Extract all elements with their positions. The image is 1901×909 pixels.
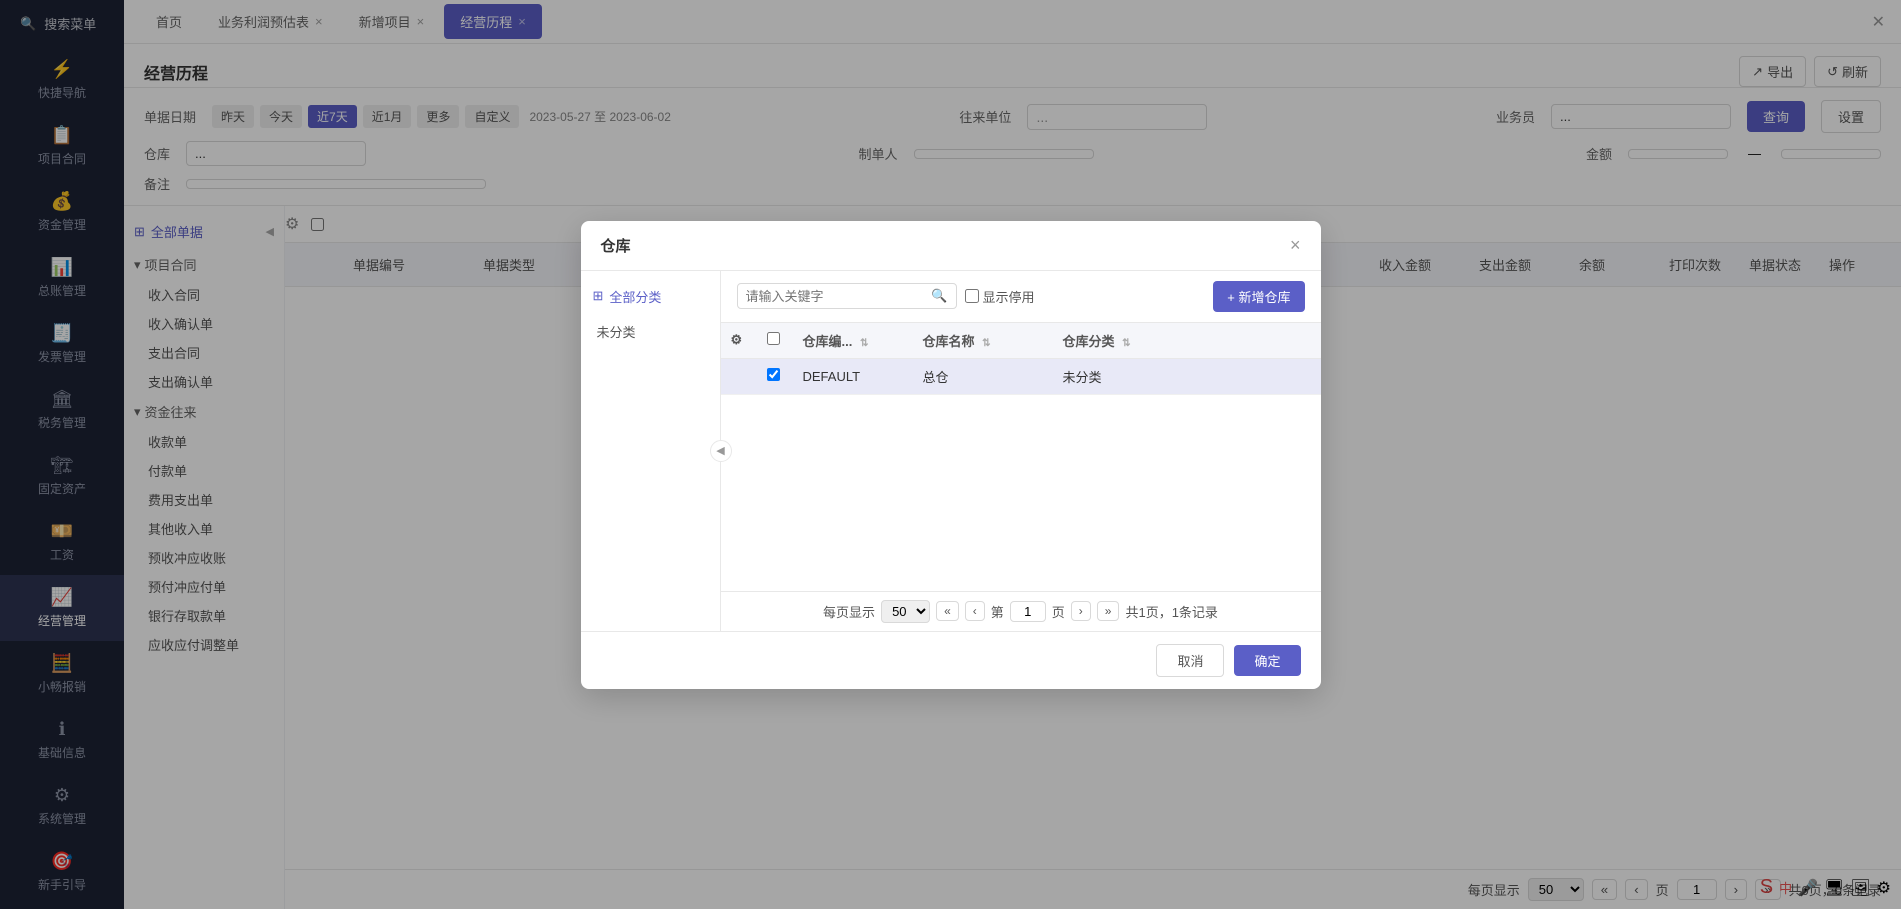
th-name: 仓库名称 ⇅ xyxy=(913,323,1053,359)
category-collapse-btn[interactable]: ◀ xyxy=(710,440,732,462)
modal-header: 仓库 × xyxy=(581,221,1321,271)
show-disabled-label: 显示停用 xyxy=(965,287,1035,306)
modal-right-content: 🔍 显示停用 + 新增仓库 ⚙ xyxy=(721,271,1321,631)
modal-page-label: 第 xyxy=(991,602,1004,621)
modal-toolbar: 🔍 显示停用 + 新增仓库 xyxy=(721,271,1321,323)
modal-first-btn[interactable]: « xyxy=(936,601,959,621)
modal-footer: 取消 确定 xyxy=(581,631,1321,689)
th-checkbox-input[interactable] xyxy=(767,332,780,345)
confirm-button[interactable]: 确定 xyxy=(1234,645,1300,676)
modal-last-btn[interactable]: » xyxy=(1097,601,1120,621)
th-settings: ⚙ xyxy=(721,323,757,359)
row-checkbox xyxy=(757,358,793,394)
modal-close-btn[interactable]: × xyxy=(1290,235,1301,256)
row-checkbox-input[interactable] xyxy=(767,368,780,381)
modal-search-icon: 🔍 xyxy=(931,288,947,304)
row-name: 总仓 xyxy=(913,358,1053,394)
modal-prev-btn[interactable]: ‹ xyxy=(965,601,985,621)
show-disabled-checkbox[interactable] xyxy=(965,289,979,303)
table-header-row: ⚙ 仓库编... ⇅ 仓库名称 ⇅ 仓库分类 xyxy=(721,323,1321,359)
row-category: 未分类 xyxy=(1053,358,1321,394)
modal-table: ⚙ 仓库编... ⇅ 仓库名称 ⇅ 仓库分类 xyxy=(721,323,1321,591)
sort-code-icon: ⇅ xyxy=(860,338,868,349)
modal-body: ⊞ 全部分类 未分类 ◀ 🔍 显示停用 + 新增仓库 xyxy=(581,271,1321,631)
sort-cat-icon: ⇅ xyxy=(1122,338,1130,349)
modal-page-size-label: 每页显示 xyxy=(823,602,875,621)
modal-page-size-select[interactable]: 50 xyxy=(881,600,930,623)
modal-next-btn[interactable]: › xyxy=(1071,601,1091,621)
category-grid-icon: ⊞ xyxy=(593,288,604,304)
modal-page-input[interactable] xyxy=(1010,601,1046,622)
category-uncategorized[interactable]: 未分类 xyxy=(581,314,720,349)
sort-name-icon: ⇅ xyxy=(982,338,990,349)
th-code: 仓库编... ⇅ xyxy=(793,323,913,359)
modal-page-suffix: 页 xyxy=(1052,602,1065,621)
row-settings xyxy=(721,358,757,394)
modal-search-input[interactable] xyxy=(746,289,928,304)
modal-total: 共1页，1条记录 xyxy=(1125,602,1217,621)
row-code: DEFAULT xyxy=(793,358,913,394)
add-warehouse-button[interactable]: + 新增仓库 xyxy=(1213,281,1304,312)
modal-pagination: 每页显示 50 « ‹ 第 页 › » 共1页，1条记录 xyxy=(721,591,1321,631)
modal-title: 仓库 xyxy=(601,235,631,256)
th-category: 仓库分类 ⇅ xyxy=(1053,323,1321,359)
cancel-button[interactable]: 取消 xyxy=(1156,644,1224,677)
table-row[interactable]: DEFAULT 总仓 未分类 xyxy=(721,358,1321,394)
category-panel: ⊞ 全部分类 未分类 ◀ xyxy=(581,271,721,631)
modal-search-wrap: 🔍 xyxy=(737,283,957,309)
category-all[interactable]: ⊞ 全部分类 xyxy=(581,279,720,314)
warehouse-modal: 仓库 × ⊞ 全部分类 未分类 ◀ 🔍 显示停用 xyxy=(581,221,1321,689)
th-checkbox xyxy=(757,323,793,359)
